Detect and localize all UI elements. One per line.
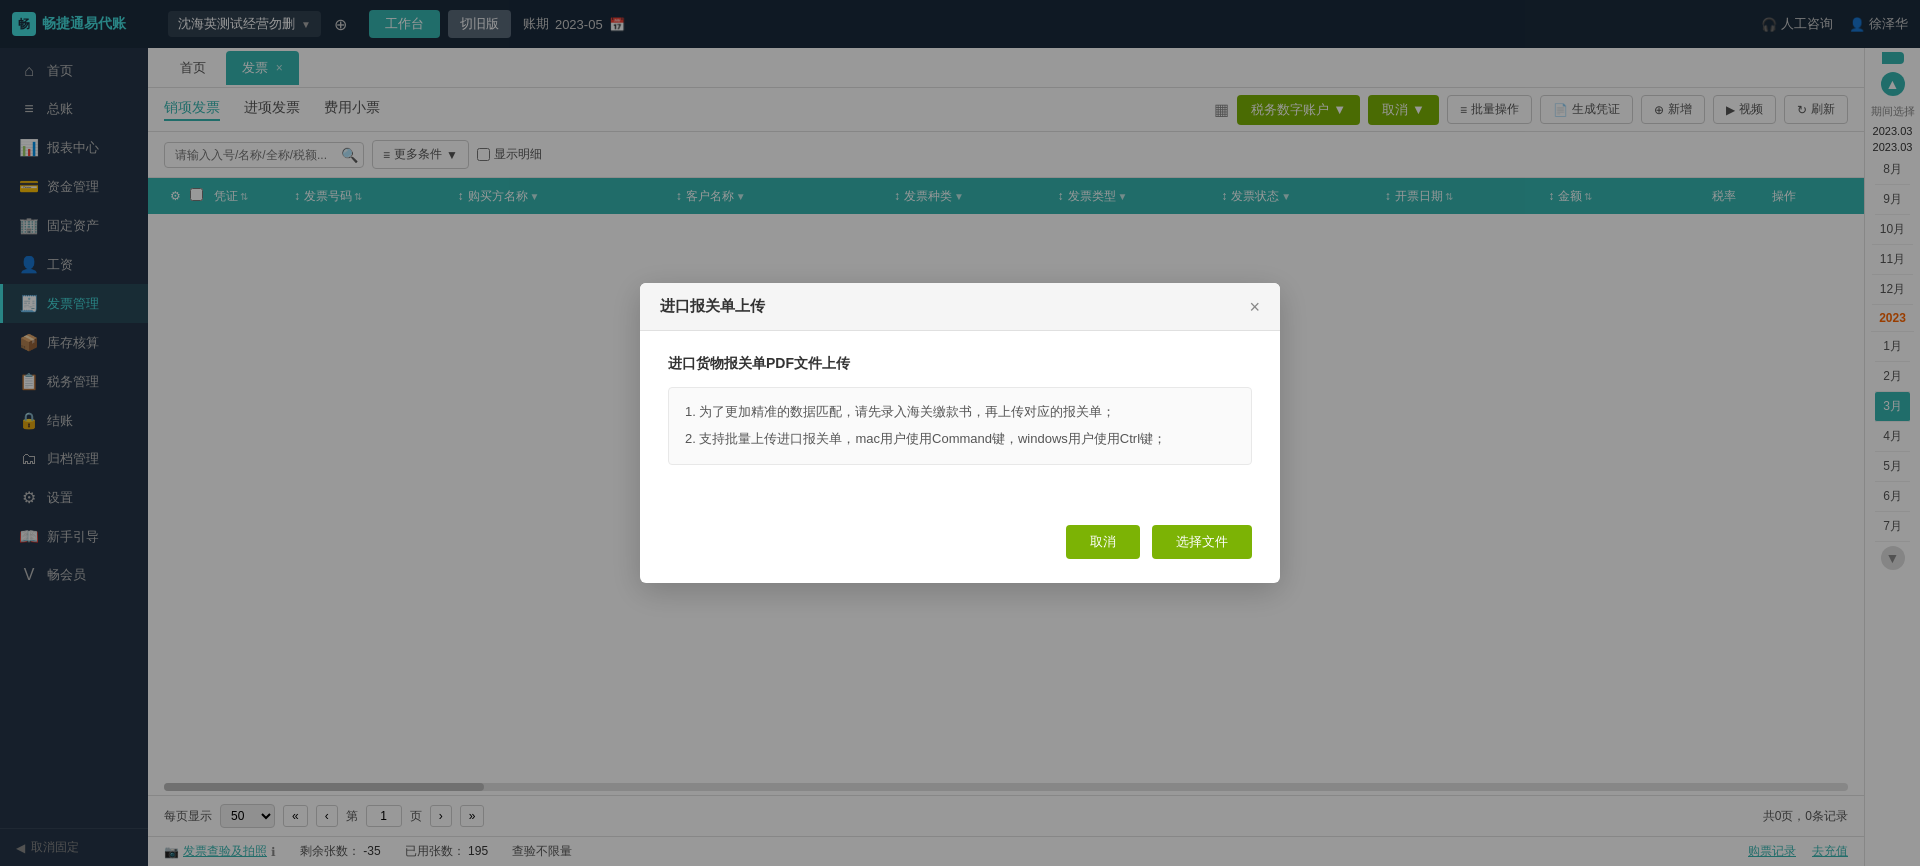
import-customs-modal: 进口报关单上传 × 进口货物报关单PDF文件上传 1. 为了更加精准的数据匹配，…	[640, 283, 1280, 583]
modal-section-title: 进口货物报关单PDF文件上传	[668, 355, 1252, 373]
modal-title: 进口报关单上传	[660, 297, 765, 316]
modal-header: 进口报关单上传 ×	[640, 283, 1280, 331]
modal-select-file-button[interactable]: 选择文件	[1152, 525, 1252, 559]
modal-info-item-2: 2. 支持批量上传进口报关单，mac用户使用Command键，windows用户…	[685, 429, 1235, 450]
modal-footer: 取消 选择文件	[640, 509, 1280, 583]
modal-body: 进口货物报关单PDF文件上传 1. 为了更加精准的数据匹配，请先录入海关缴款书，…	[640, 331, 1280, 509]
modal-info-box: 1. 为了更加精准的数据匹配，请先录入海关缴款书，再上传对应的报关单； 2. 支…	[668, 387, 1252, 465]
modal-overlay: 进口报关单上传 × 进口货物报关单PDF文件上传 1. 为了更加精准的数据匹配，…	[0, 0, 1920, 866]
modal-cancel-button[interactable]: 取消	[1066, 525, 1140, 559]
modal-close-button[interactable]: ×	[1249, 298, 1260, 316]
modal-info-item-1: 1. 为了更加精准的数据匹配，请先录入海关缴款书，再上传对应的报关单；	[685, 402, 1235, 423]
